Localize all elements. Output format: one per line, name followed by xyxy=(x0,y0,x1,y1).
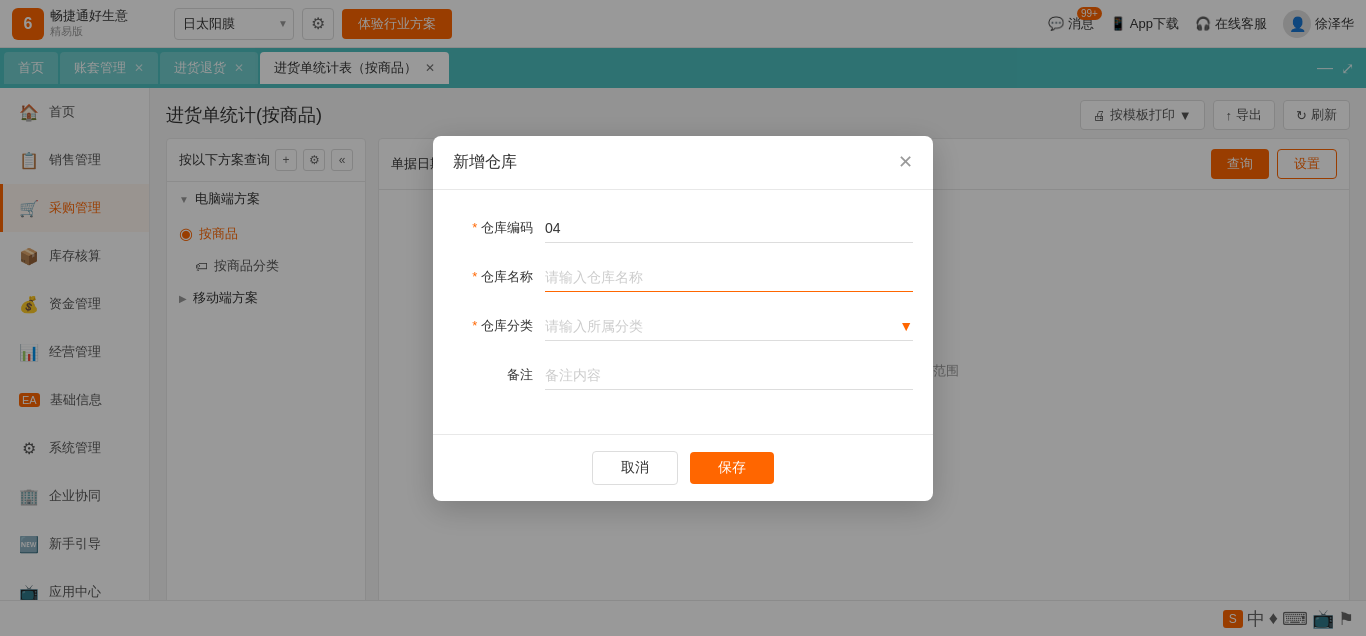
save-button[interactable]: 保存 xyxy=(690,452,774,484)
warehouse-code-input[interactable] xyxy=(545,214,913,243)
warehouse-name-input[interactable] xyxy=(545,263,913,292)
warehouse-category-row: 仓库分类 请输入所属分类 ▼ xyxy=(453,312,913,341)
warehouse-code-label: 仓库编码 xyxy=(453,219,533,237)
modal-body: 仓库编码 仓库名称 仓库分类 请输入所属分类 ▼ 备注 xyxy=(433,190,933,434)
category-dropdown-icon: ▼ xyxy=(899,318,913,334)
warehouse-name-label: 仓库名称 xyxy=(453,268,533,286)
cancel-button[interactable]: 取消 xyxy=(592,451,678,485)
modal-footer: 取消 保存 xyxy=(433,434,933,501)
warehouse-code-row: 仓库编码 xyxy=(453,214,913,243)
modal-title: 新增仓库 xyxy=(453,152,517,173)
new-warehouse-modal: 新增仓库 ✕ 仓库编码 仓库名称 仓库分类 请输入所属分类 ▼ xyxy=(433,136,933,501)
warehouse-category-select-wrap[interactable]: 请输入所属分类 ▼ xyxy=(545,312,913,341)
warehouse-name-row: 仓库名称 xyxy=(453,263,913,292)
warehouse-category-select[interactable]: 请输入所属分类 xyxy=(545,312,899,340)
modal-overlay: 新增仓库 ✕ 仓库编码 仓库名称 仓库分类 请输入所属分类 ▼ xyxy=(0,0,1366,636)
warehouse-remark-input[interactable] xyxy=(545,361,913,390)
warehouse-category-label: 仓库分类 xyxy=(453,317,533,335)
warehouse-remark-row: 备注 xyxy=(453,361,913,390)
warehouse-remark-label: 备注 xyxy=(453,366,533,384)
modal-close-button[interactable]: ✕ xyxy=(898,153,913,171)
modal-header: 新增仓库 ✕ xyxy=(433,136,933,190)
